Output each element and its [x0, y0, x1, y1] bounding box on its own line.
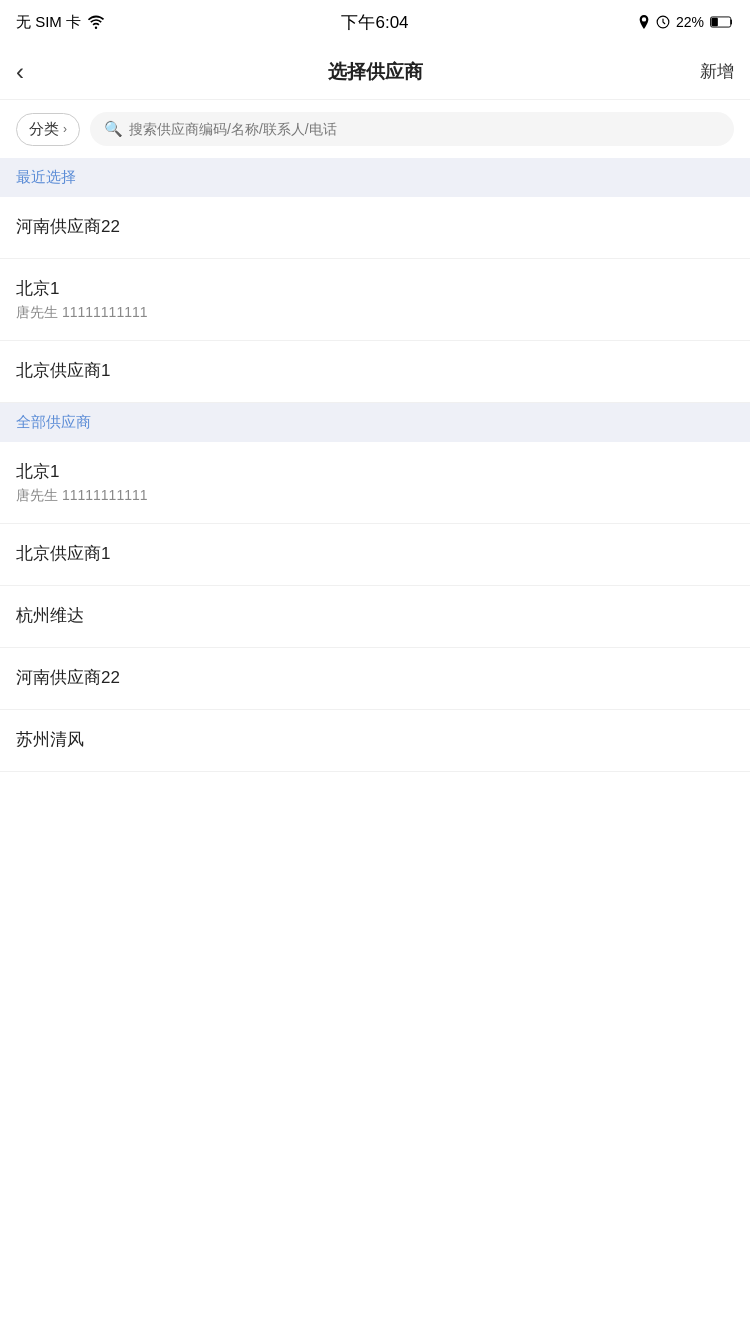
no-sim-text: 无 SIM 卡 [16, 13, 81, 32]
recent-section-header: 最近选择 [0, 158, 750, 197]
location-icon [638, 15, 650, 29]
chevron-right-icon: › [63, 122, 67, 136]
alarm-icon [656, 15, 670, 29]
battery-icon [710, 16, 734, 28]
recent-items-list: 河南供应商22 北京1 唐先生 11111111111 北京供应商1 [0, 197, 750, 403]
item-name: 河南供应商22 [16, 666, 734, 689]
add-button[interactable]: 新增 [700, 60, 734, 83]
list-item[interactable]: 北京供应商1 [0, 341, 750, 403]
wifi-icon [87, 15, 105, 29]
status-right: 22% [638, 14, 734, 30]
item-name: 苏州清风 [16, 728, 734, 751]
nav-bar: ‹ 选择供应商 新增 [0, 44, 750, 100]
back-button[interactable]: ‹ [16, 58, 56, 86]
status-bar: 无 SIM 卡 下午6:04 22% [0, 0, 750, 44]
page-title: 选择供应商 [328, 59, 423, 85]
item-sub: 唐先生 11111111111 [16, 487, 734, 505]
item-name: 杭州维达 [16, 604, 734, 627]
list-item[interactable]: 河南供应商22 [0, 648, 750, 710]
item-name: 北京供应商1 [16, 542, 734, 565]
battery-text: 22% [676, 14, 704, 30]
search-bar: 分类 › 🔍 [0, 100, 750, 158]
item-name: 河南供应商22 [16, 215, 734, 238]
list-item[interactable]: 河南供应商22 [0, 197, 750, 259]
list-item[interactable]: 北京供应商1 [0, 524, 750, 586]
list-item[interactable]: 北京1 唐先生 11111111111 [0, 259, 750, 341]
recent-section-label: 最近选择 [16, 168, 76, 185]
category-label: 分类 [29, 120, 59, 139]
status-left: 无 SIM 卡 [16, 13, 105, 32]
all-section-header: 全部供应商 [0, 403, 750, 442]
list-item[interactable]: 苏州清风 [0, 710, 750, 772]
svg-rect-2 [711, 18, 717, 26]
category-button[interactable]: 分类 › [16, 113, 80, 146]
search-input[interactable] [129, 121, 720, 137]
all-items-list: 北京1 唐先生 11111111111 北京供应商1 杭州维达河南供应商22 苏州清风 [0, 442, 750, 772]
search-input-wrap[interactable]: 🔍 [90, 112, 734, 146]
item-sub: 唐先生 11111111111 [16, 304, 734, 322]
list-item[interactable]: 北京1 唐先生 11111111111 [0, 442, 750, 524]
status-time: 下午6:04 [341, 11, 408, 34]
item-name: 北京1 [16, 460, 734, 483]
item-name: 北京供应商1 [16, 359, 734, 382]
search-icon: 🔍 [104, 120, 123, 138]
list-item[interactable]: 杭州维达 [0, 586, 750, 648]
item-name: 北京1 [16, 277, 734, 300]
all-section-label: 全部供应商 [16, 413, 91, 430]
